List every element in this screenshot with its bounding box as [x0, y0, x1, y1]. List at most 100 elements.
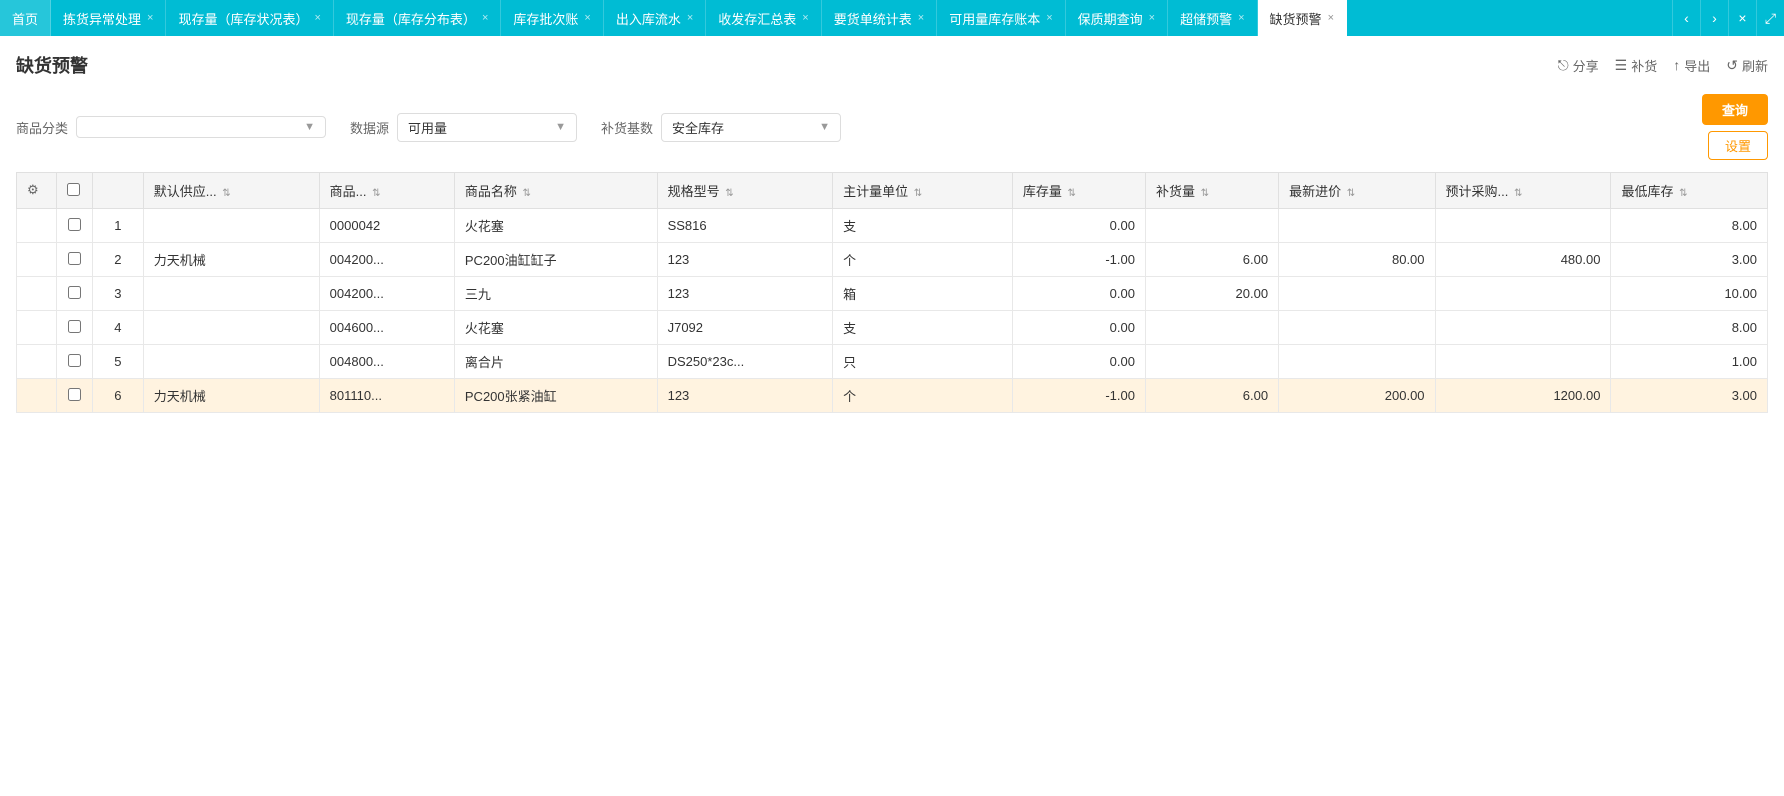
- nav-tab-9-close[interactable]: ×: [1149, 12, 1155, 24]
- nav-tab-10-close[interactable]: ×: [1238, 12, 1244, 24]
- row-checkbox-4[interactable]: [68, 354, 81, 367]
- td-supplier-5: 力天机械: [143, 379, 319, 413]
- nav-tab-2[interactable]: 现存量（库存状况表） ×: [166, 0, 333, 36]
- nav-tab-3-label: 现存量（库存分布表）: [346, 9, 476, 28]
- est-purchase-sort-icon: ⇅: [1514, 188, 1522, 199]
- td-replenish-qty-0: [1145, 209, 1278, 243]
- nav-tab-9[interactable]: 保质期查询 ×: [1066, 0, 1168, 36]
- nav-tab-2-close[interactable]: ×: [314, 12, 320, 24]
- stock-sort-icon: ⇅: [1068, 188, 1076, 199]
- th-supplier[interactable]: 默认供应... ⇅: [143, 173, 319, 209]
- td-spec-5: 123: [657, 379, 832, 413]
- nav-tab-7[interactable]: 要货单统计表 ×: [822, 0, 937, 36]
- row-checkbox-3[interactable]: [68, 320, 81, 333]
- unit-sort-icon: ⇅: [914, 188, 922, 199]
- th-product-code[interactable]: 商品... ⇅: [319, 173, 454, 209]
- page-header: 缺货预警 ⎋ 分享 ☰ 补货 ↑ 导出 ↺ 刷新: [16, 52, 1768, 78]
- td-checkbox-3: [57, 311, 93, 345]
- select-all-checkbox[interactable]: [67, 183, 80, 196]
- category-label: 商品分类: [16, 118, 68, 137]
- nav-tab-5[interactable]: 出入库流水 ×: [604, 0, 706, 36]
- replenish-base-select[interactable]: 安全库存 ▼: [661, 113, 841, 142]
- td-checkbox-0: [57, 209, 93, 243]
- nav-fullscreen[interactable]: ⤢: [1756, 0, 1784, 36]
- th-unit[interactable]: 主计量单位 ⇅: [833, 173, 1013, 209]
- nav-tab-11[interactable]: 缺货预警 ×: [1258, 0, 1347, 36]
- td-est-purchase-3: [1435, 311, 1611, 345]
- nav-tab-6-close[interactable]: ×: [802, 12, 808, 24]
- td-stock-4: 0.00: [1012, 345, 1145, 379]
- replenish-base-value: 安全库存: [672, 118, 724, 137]
- nav-tab-11-close[interactable]: ×: [1328, 12, 1334, 24]
- td-unit-2: 箱: [833, 277, 1013, 311]
- th-replenish-qty-label: 补货量: [1156, 184, 1195, 199]
- row-checkbox-0[interactable]: [68, 218, 81, 231]
- datasource-value: 可用量: [408, 118, 447, 137]
- td-stock-1: -1.00: [1012, 243, 1145, 277]
- td-est-purchase-2: [1435, 277, 1611, 311]
- th-product-name[interactable]: 商品名称 ⇅: [454, 173, 657, 209]
- th-unit-label: 主计量单位: [843, 184, 908, 199]
- refresh-icon: ↺: [1726, 57, 1738, 74]
- nav-tab-8-close[interactable]: ×: [1046, 12, 1052, 24]
- nav-tab-1[interactable]: 拣货异常处理 ×: [51, 0, 166, 36]
- supplier-sort-icon: ⇅: [222, 188, 230, 199]
- category-select[interactable]: ▼: [76, 116, 326, 138]
- nav-tab-2-label: 现存量（库存状况表）: [178, 9, 308, 28]
- datasource-select[interactable]: 可用量 ▼: [397, 113, 577, 142]
- td-settings-4: [17, 345, 57, 379]
- td-latest-price-3: [1279, 311, 1435, 345]
- td-product-code-0: 0000042: [319, 209, 454, 243]
- nav-scroll-left[interactable]: ‹: [1672, 0, 1700, 36]
- replenish-action[interactable]: ☰ 补货: [1615, 56, 1658, 75]
- table-body: 1 0000042 火花塞 SS816 支 0.00 8.00 2 力天机械 0…: [17, 209, 1768, 413]
- th-stock-label: 库存量: [1023, 184, 1062, 199]
- td-product-code-4: 004800...: [319, 345, 454, 379]
- td-num-0: 1: [93, 209, 144, 243]
- nav-tab-4-close[interactable]: ×: [584, 12, 590, 24]
- nav-tab-7-close[interactable]: ×: [918, 12, 924, 24]
- settings-gear-icon[interactable]: ⚙: [27, 182, 45, 200]
- td-settings-5: [17, 379, 57, 413]
- td-num-4: 5: [93, 345, 144, 379]
- settings-button[interactable]: 设置: [1708, 131, 1768, 160]
- td-num-3: 4: [93, 311, 144, 345]
- td-min-stock-1: 3.00: [1611, 243, 1768, 277]
- export-action[interactable]: ↑ 导出: [1673, 56, 1710, 75]
- nav-tab-3-close[interactable]: ×: [482, 12, 488, 24]
- refresh-action[interactable]: ↺ 刷新: [1726, 56, 1768, 75]
- share-action[interactable]: ⎋ 分享: [1558, 56, 1599, 75]
- td-settings-2: [17, 277, 57, 311]
- th-spec[interactable]: 规格型号 ⇅: [657, 173, 832, 209]
- nav-tab-10[interactable]: 超储预警 ×: [1168, 0, 1257, 36]
- th-stock[interactable]: 库存量 ⇅: [1012, 173, 1145, 209]
- row-checkbox-1[interactable]: [68, 252, 81, 265]
- nav-tab-3[interactable]: 现存量（库存分布表） ×: [334, 0, 501, 36]
- td-min-stock-5: 3.00: [1611, 379, 1768, 413]
- td-min-stock-2: 10.00: [1611, 277, 1768, 311]
- nav-tab-8[interactable]: 可用量库存账本 ×: [937, 0, 1065, 36]
- nav-scroll-right[interactable]: ›: [1700, 0, 1728, 36]
- replenish-qty-sort-icon: ⇅: [1201, 188, 1209, 199]
- nav-tab-1-close[interactable]: ×: [147, 12, 153, 24]
- nav-tab-6-label: 收发存汇总表: [718, 9, 796, 28]
- th-est-purchase[interactable]: 预计采购... ⇅: [1435, 173, 1611, 209]
- th-min-stock[interactable]: 最低库存 ⇅: [1611, 173, 1768, 209]
- nav-tab-5-close[interactable]: ×: [687, 12, 693, 24]
- category-chevron-icon: ▼: [304, 121, 315, 133]
- nav-tab-4[interactable]: 库存批次账 ×: [501, 0, 603, 36]
- row-checkbox-5[interactable]: [68, 388, 81, 401]
- category-filter-group: 商品分类 ▼: [16, 116, 326, 138]
- th-latest-price[interactable]: 最新进价 ⇅: [1279, 173, 1435, 209]
- nav-tab-home[interactable]: 首页: [0, 0, 51, 36]
- row-checkbox-2[interactable]: [68, 286, 81, 299]
- td-num-5: 6: [93, 379, 144, 413]
- td-spec-0: SS816: [657, 209, 832, 243]
- th-replenish-qty[interactable]: 补货量 ⇅: [1145, 173, 1278, 209]
- replenish-base-chevron-icon: ▼: [819, 121, 830, 133]
- td-num-2: 3: [93, 277, 144, 311]
- query-button[interactable]: 查询: [1702, 94, 1768, 125]
- nav-tab-6[interactable]: 收发存汇总表 ×: [706, 0, 821, 36]
- td-product-name-1: PC200油缸缸子: [454, 243, 657, 277]
- nav-close-all[interactable]: ×: [1728, 0, 1756, 36]
